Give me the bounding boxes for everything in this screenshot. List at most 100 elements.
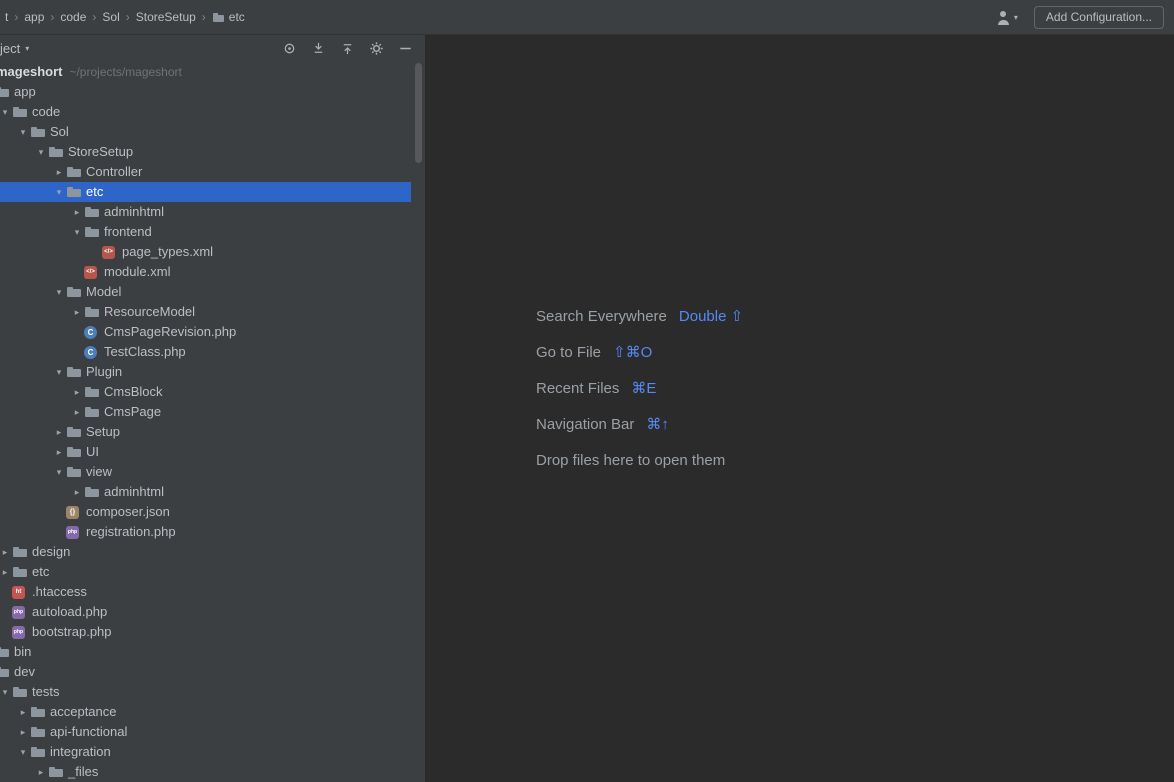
tree-row[interactable]: ▾ frontend — [0, 222, 425, 242]
tree-toggle-icon[interactable]: ▸ — [16, 722, 30, 742]
folder-icon — [66, 424, 82, 440]
tree-row[interactable]: ▸ acceptance — [0, 702, 425, 722]
project-view-selector[interactable]: ject ▾ — [0, 41, 29, 56]
breadcrumb-separator: › — [50, 10, 54, 24]
collapse-all-icon[interactable] — [339, 41, 355, 57]
tree-row[interactable]: ▸ adminhtml — [0, 482, 425, 502]
tree-toggle-icon[interactable]: ▾ — [52, 362, 66, 382]
tree-row[interactable]: </> module.xml — [0, 262, 425, 282]
empty-editor-hints: Search EverywhereDouble ⇧ Go to File⇧⌘O … — [536, 299, 743, 479]
tree-toggle-icon[interactable]: ▾ — [0, 102, 12, 122]
tree-row[interactable]: ▾ mageshort ~/projects/mageshort — [0, 62, 425, 82]
xml-icon: </> — [102, 246, 115, 259]
breadcrumb-item[interactable]: app — [21, 8, 47, 26]
breadcrumb-item[interactable]: etc — [209, 8, 248, 26]
tree-toggle-icon[interactable]: ▸ — [70, 202, 84, 222]
tree-toggle-icon[interactable]: ▸ — [0, 542, 12, 562]
tree-toggle-icon[interactable]: ▾ — [52, 282, 66, 302]
tree-toggle-icon[interactable]: ▸ — [34, 762, 48, 782]
tree-item-label: TestClass.php — [104, 342, 186, 362]
tree-toggle-icon[interactable]: ▸ — [52, 422, 66, 442]
tree-toggle-icon[interactable]: ▸ — [0, 562, 12, 582]
tree-row[interactable]: C TestClass.php — [0, 342, 425, 362]
folder-icon — [84, 484, 100, 500]
tree-item-label: page_types.xml — [122, 242, 213, 262]
tree-toggle-icon[interactable]: ▾ — [16, 122, 30, 142]
tree-toggle-icon[interactable]: ▾ — [52, 462, 66, 482]
tree-row[interactable]: ▾ Model — [0, 282, 425, 302]
tree-row[interactable]: php registration.php — [0, 522, 425, 542]
tree-row[interactable]: ▾ code — [0, 102, 425, 122]
tree-toggle-icon[interactable]: ▾ — [52, 182, 66, 202]
tree-toggle-icon[interactable]: ▸ — [52, 162, 66, 182]
tree-row[interactable]: php bootstrap.php — [0, 622, 425, 642]
tree-toggle-icon[interactable]: ▸ — [70, 402, 84, 422]
folder-icon — [30, 704, 46, 720]
tree-toggle-icon[interactable]: ▸ — [70, 382, 84, 402]
tree-item-label: autoload.php — [32, 602, 107, 622]
tree-row[interactable]: {} composer.json — [0, 502, 425, 522]
tree-row[interactable]: ▾ tests — [0, 682, 425, 702]
folder-icon — [84, 304, 100, 320]
tree-row[interactable]: ▾ Sol — [0, 122, 425, 142]
tree-row[interactable]: ▸ Setup — [0, 422, 425, 442]
class-icon: C — [84, 346, 97, 359]
tree-row[interactable]: ▸ CmsPage — [0, 402, 425, 422]
vertical-scrollbar[interactable] — [415, 63, 422, 163]
tree-row[interactable]: ▾ StoreSetup — [0, 142, 425, 162]
tree-row[interactable]: ▸ UI — [0, 442, 425, 462]
tree-toggle-icon[interactable]: ▾ — [0, 682, 12, 702]
shortcut-keys: ⇧⌘O — [613, 344, 652, 361]
tree-row[interactable]: ▾ etc — [0, 182, 411, 202]
tree-toggle-icon[interactable]: ▾ — [34, 142, 48, 162]
tree-toggle-icon[interactable]: ▸ — [70, 302, 84, 322]
breadcrumb-item[interactable]: StoreSetup — [133, 8, 199, 26]
tree-row[interactable]: ht .htaccess — [0, 582, 425, 602]
breadcrumb-item[interactable]: Sol — [99, 8, 122, 26]
topbar-actions: ▾ Add Configuration... — [996, 6, 1164, 29]
tree-row[interactable]: ▸ ResourceModel — [0, 302, 425, 322]
tree-row[interactable]: ▸ CmsBlock — [0, 382, 425, 402]
shortcut-keys: ⌘E — [631, 380, 656, 397]
hide-panel-icon[interactable] — [397, 41, 413, 57]
tree-item-label: CmsBlock — [104, 382, 163, 402]
tree-item-label: tests — [32, 682, 59, 702]
project-tree: ▾ mageshort ~/projects/mageshort ▾ app ▾… — [0, 62, 425, 782]
tree-row[interactable]: C CmsPageRevision.php — [0, 322, 425, 342]
breadcrumb-item[interactable]: t — [2, 8, 11, 26]
tree-row[interactable]: ▾ view — [0, 462, 425, 482]
tree-row[interactable]: ▸ design — [0, 542, 425, 562]
tree-row[interactable]: ▸ etc — [0, 562, 425, 582]
tree-toggle-icon[interactable]: ▸ — [52, 442, 66, 462]
folder-icon — [30, 724, 46, 740]
tree-row[interactable]: ▾ app — [0, 82, 425, 102]
expand-all-icon[interactable] — [310, 41, 326, 57]
tree-row[interactable]: ▸ _files — [0, 762, 425, 782]
tree-item-label: CmsPage — [104, 402, 161, 422]
tree-row[interactable]: </> page_types.xml — [0, 242, 425, 262]
tree-toggle-icon[interactable]: ▾ — [70, 222, 84, 242]
tree-row[interactable]: php autoload.php — [0, 602, 425, 622]
breadcrumb-item[interactable]: code — [57, 8, 89, 26]
folder-icon — [48, 144, 64, 160]
add-configuration-button[interactable]: Add Configuration... — [1034, 6, 1164, 29]
shortcut-label: Recent Files — [536, 380, 619, 397]
settings-gear-icon[interactable] — [368, 41, 384, 57]
folder-icon — [0, 664, 10, 680]
tree-row[interactable]: ▸ api-functional — [0, 722, 425, 742]
user-menu[interactable]: ▾ — [996, 10, 1018, 25]
php-icon: php — [12, 606, 25, 619]
tree-row[interactable]: ▾ dev — [0, 662, 425, 682]
tree-toggle-icon[interactable]: ▸ — [16, 702, 30, 722]
tree-row[interactable]: ▸ Controller — [0, 162, 425, 182]
tree-toggle-icon[interactable]: ▾ — [16, 742, 30, 762]
tree-row[interactable]: ▸ bin — [0, 642, 425, 662]
tree-row[interactable]: ▸ adminhtml — [0, 202, 425, 222]
tree-row[interactable]: ▾ integration — [0, 742, 425, 762]
tree-row[interactable]: ▾ Plugin — [0, 362, 425, 382]
tree-item-label: Controller — [86, 162, 142, 182]
tree-item-label: StoreSetup — [68, 142, 133, 162]
ide-window: t›app›code›Sol›StoreSetup›etc ▾ Add Conf… — [0, 0, 1174, 782]
tree-toggle-icon[interactable]: ▸ — [70, 482, 84, 502]
locate-file-icon[interactable] — [281, 41, 297, 57]
